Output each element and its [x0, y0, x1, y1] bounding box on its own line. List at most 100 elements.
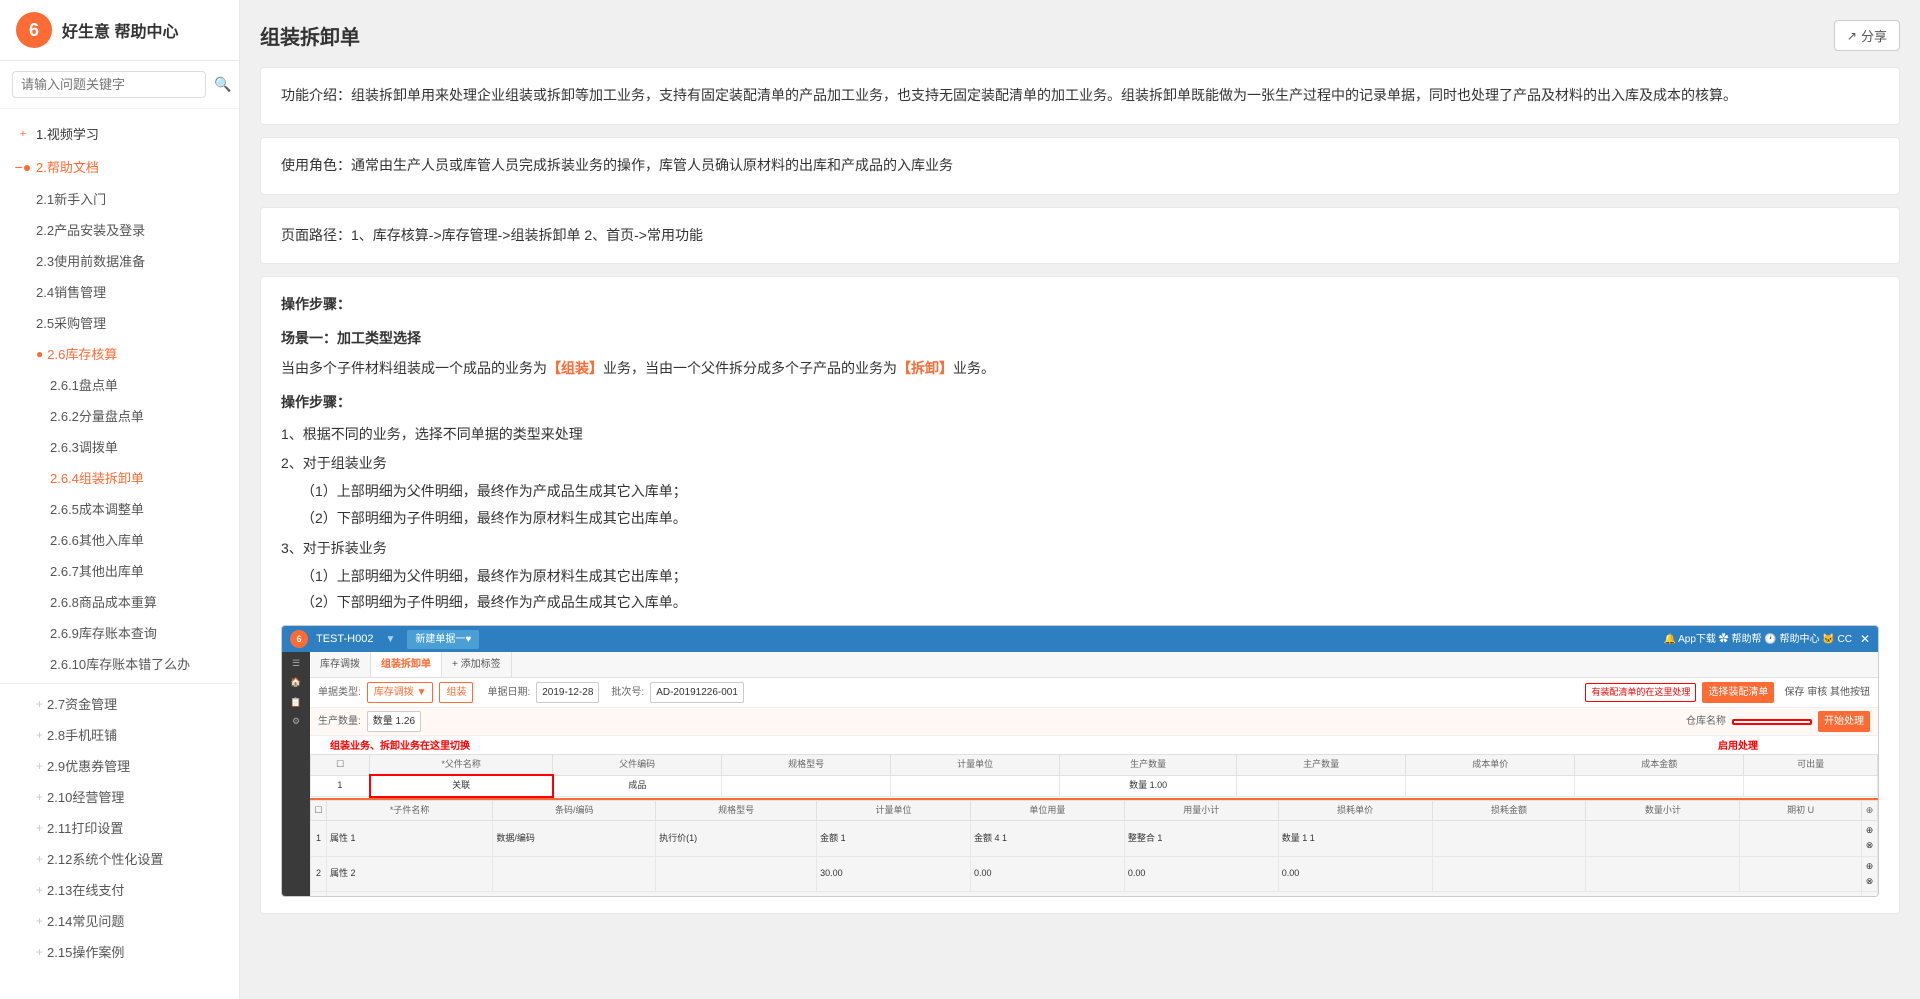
- sub-th-barcode: 条码/编码: [493, 800, 656, 820]
- screenshot-date-value[interactable]: 2019-12-28: [536, 682, 599, 703]
- sub-td-subtotal-2: 0.00: [1124, 856, 1278, 892]
- sidebar-item-1[interactable]: 1.视频学习: [0, 117, 239, 150]
- screenshot-titlebar: 6 TEST-H002 ▼ 新建单据一♥ 🔔 App下载 ✿ 帮助帮 🕐 帮助中…: [282, 626, 1878, 652]
- assemble-text: 【组装】: [547, 360, 603, 376]
- sidebar-item-2-6-3[interactable]: 2.6.3调拨单: [0, 431, 239, 462]
- th-main-qty: 主产数量: [1237, 755, 1406, 776]
- screenshot-form-row1: 单据类型: 库存调拨 ▼ 组装 单据日期: 2019-12-28 批次号: AD…: [310, 678, 1878, 708]
- sidebar-item-2-6-1[interactable]: 2.6.1盘点单: [0, 369, 239, 400]
- share-label: 分享: [1861, 26, 1887, 45]
- sub-td-subtotal-1: 整整合 1: [1124, 821, 1278, 857]
- screenshot-sidebar-icons: ☰ 🏠 📋 ⚙: [282, 652, 310, 896]
- step2-title: 2、对于组装业务: [281, 452, 1879, 476]
- sidebar-item-2[interactable]: ● 2.帮助文档: [0, 150, 239, 183]
- screenshot-select-btn[interactable]: 选择装配清单: [1702, 682, 1774, 703]
- screenshot-tab-other[interactable]: + 添加标签: [442, 652, 512, 677]
- screenshot-sub-table: ☐ *子件名称 条码/编码 规格型号 计量单位 单位用量 用量小计 损耗单价 损…: [310, 800, 1878, 896]
- screenshot-label-qty: 生产数量:: [318, 713, 361, 730]
- th-parent-code: 父件编码: [553, 755, 722, 776]
- sidebar-item-2-6-8[interactable]: 2.6.8商品成本重算: [0, 586, 239, 617]
- sub-th-spec: 规格型号: [656, 800, 817, 820]
- step3-title: 3、对于拆装业务: [281, 537, 1879, 561]
- td-avail-qty: [1744, 775, 1878, 796]
- disassemble-text: 【拆卸】: [897, 360, 953, 376]
- sidebar-item-2-1[interactable]: 2.1新手入门: [0, 183, 239, 214]
- screenshot-close[interactable]: ✕: [1860, 629, 1870, 649]
- sidebar-item-2-6-7[interactable]: 2.6.7其他出库单: [0, 555, 239, 586]
- td-main-qty: [1237, 775, 1406, 796]
- sidebar-item-2-6-5[interactable]: 2.6.5成本调整单: [0, 493, 239, 524]
- intro-text: 功能介绍：组装拆卸单用来处理企业组装或拆卸等加工业务，支持有固定装配清单的产品加…: [281, 84, 1879, 108]
- screenshot-tab-inventory[interactable]: 库存调拨: [310, 652, 371, 677]
- sidebar-item-2-9[interactable]: +2.9优惠券管理: [0, 750, 239, 781]
- sub-td-action-2[interactable]: ⊕ ⊗: [1862, 856, 1878, 892]
- search-box: 🔍: [0, 61, 239, 109]
- sidebar: 6 好生意 帮助中心 🔍 1.视频学习 ● 2.帮助文档 2.1新手入门 2.2…: [0, 0, 240, 999]
- step2-sub1: 上部明细为父件明细，最终作为产成品生成其它入库单；: [301, 480, 1879, 504]
- sidebar-item-2-15[interactable]: +2.15操作案例: [0, 936, 239, 967]
- sub-th-loss-amt: 损耗金额: [1432, 800, 1586, 820]
- screenshot-qty-value[interactable]: 数量 1.26: [367, 711, 421, 732]
- screenshot-label-doctype: 单据类型:: [318, 684, 361, 701]
- sub-th-unit-qty: 单位用量: [970, 800, 1124, 820]
- sidebar-item-2-2[interactable]: 2.2产品安装及登录: [0, 214, 239, 245]
- sub-td-unitqty-2: 0.00: [970, 856, 1124, 892]
- sidebar-item-2-8[interactable]: +2.8手机旺铺: [0, 719, 239, 750]
- screenshot-confirm-btn[interactable]: 开始处理: [1818, 711, 1870, 732]
- sidebar-item-2-6-9[interactable]: 2.6.9库存账本查询: [0, 617, 239, 648]
- sidebar-item-2-6-10[interactable]: 2.6.10库存账本错了么办: [0, 648, 239, 679]
- step3-list: 上部明细为父件明细，最终作为原材料生成其它出库单； 下部明细为子件明细，最终作为…: [281, 565, 1879, 616]
- screenshot-action-btns: 保存 审核 其他按钮: [1784, 684, 1870, 701]
- sidebar-item-2-4[interactable]: 2.4销售管理: [0, 276, 239, 307]
- screenshot-warehouse-input[interactable]: [1732, 719, 1812, 725]
- sub-td-action-1[interactable]: ⊕ ⊗: [1862, 821, 1878, 857]
- sub-th-qty-sub: 数量小计: [1586, 800, 1740, 820]
- screenshot-table-header: ☐ *父件名称 父件编码 规格型号 计量单位 生产数量 主产数量 成本单价 成本…: [311, 755, 1878, 776]
- role-card: 使用角色：通常由生产人员或库管人员完成拆装业务的操作，库管人员确认原材料的出库和…: [260, 137, 1900, 195]
- screenshot-batch-value[interactable]: AD-20191226-001: [650, 682, 744, 703]
- steps-section: 操作步骤： 1、根据不同的业务，选择不同单据的类型来处理 2、对于组装业务 上部…: [281, 391, 1879, 615]
- role-text: 使用角色：通常由生产人员或库管人员完成拆装业务的操作，库管人员确认原材料的出库和…: [281, 154, 1879, 178]
- screenshot-lower-table: ☐ *子件名称 条码/编码 规格型号 计量单位 单位用量 用量小计 损耗单价 损…: [310, 800, 1878, 896]
- operations-card: 操作步骤： 场景一：加工类型选择 当由多个子件材料组装成一个成品的业务为【组装】…: [260, 276, 1900, 914]
- scenario1-desc: 当由多个子件材料组装成一个成品的业务为【组装】业务，当由一个父件拆分成多个子产品…: [281, 357, 1879, 381]
- sub-td-lossamt-1: [1432, 821, 1586, 857]
- minus-icon: ●: [16, 160, 30, 174]
- sidebar-item-2-12[interactable]: +2.12系统个性化设置: [0, 843, 239, 874]
- sub-th-loss-price: 损耗单价: [1278, 800, 1432, 820]
- screenshot-tab-assemble[interactable]: 组装拆卸单: [371, 652, 442, 677]
- sidebar-item-2-3[interactable]: 2.3使用前数据准备: [0, 245, 239, 276]
- th-avail-qty: 可出量: [1744, 755, 1878, 776]
- sidebar-item-2-14[interactable]: +2.14常见问题: [0, 905, 239, 936]
- sidebar-item-2-5[interactable]: 2.5采购管理: [0, 307, 239, 338]
- screenshot-type-assemble[interactable]: 组装: [439, 682, 473, 703]
- page-header: 组装拆卸单 ↗ 分享: [260, 20, 1900, 51]
- sub-row-3: 3 ⊕ ⊗: [311, 892, 1878, 896]
- sub-row-2: 2 属性 2 30.00 0.00 0.00 0.00: [311, 856, 1878, 892]
- sub-td-spec-2: [656, 856, 817, 892]
- search-input[interactable]: [12, 71, 206, 98]
- sub-td-lossamt-2: [1432, 856, 1586, 892]
- screenshot-sub-table-header: ☐ *子件名称 条码/编码 规格型号 计量单位 单位用量 用量小计 损耗单价 损…: [311, 800, 1878, 820]
- th-cost-price: 成本单价: [1406, 755, 1575, 776]
- sidebar-item-2-6-4[interactable]: 2.6.4组装拆卸单: [0, 462, 239, 493]
- sub-td-name-2: 属性 2: [327, 856, 493, 892]
- sidebar-item-2-13[interactable]: +2.13在线支付: [0, 874, 239, 905]
- sidebar-item-2-6-6[interactable]: 2.6.6其他入库单: [0, 524, 239, 555]
- td-num: 1: [311, 775, 370, 796]
- sidebar-item-2-6-2[interactable]: 2.6.2分量盘点单: [0, 400, 239, 431]
- step1: 1、根据不同的业务，选择不同单据的类型来处理: [281, 423, 1879, 447]
- search-button[interactable]: 🔍: [212, 74, 233, 95]
- sidebar-item-2-11[interactable]: +2.11打印设置: [0, 812, 239, 843]
- screenshot-doctype-value[interactable]: 库存调拨 ▼: [367, 682, 434, 703]
- sub-row-1: 1 属性 1 数据/编码 执行价(1) 金额 1 金额 4 1 整整合 1 数量…: [311, 821, 1878, 857]
- screenshot-table-row1: 1 关联 成品 数量 1.00: [311, 775, 1878, 796]
- sidebar-item-2-10[interactable]: +2.10经营管理: [0, 781, 239, 812]
- annotation-2-container: 组装业务、拆卸业务在这里切换 启用处理: [310, 736, 1878, 754]
- share-button[interactable]: ↗ 分享: [1834, 20, 1900, 51]
- sidebar-item-2-6[interactable]: ● 2.6库存核算: [0, 338, 239, 369]
- sidebar-item-2-7[interactable]: +2.7资金管理: [0, 688, 239, 719]
- annotation-3: 启用处理: [1718, 738, 1758, 755]
- sub-td-action-3[interactable]: ⊕ ⊗: [1862, 892, 1878, 896]
- sub-td-init-2: [1740, 856, 1862, 892]
